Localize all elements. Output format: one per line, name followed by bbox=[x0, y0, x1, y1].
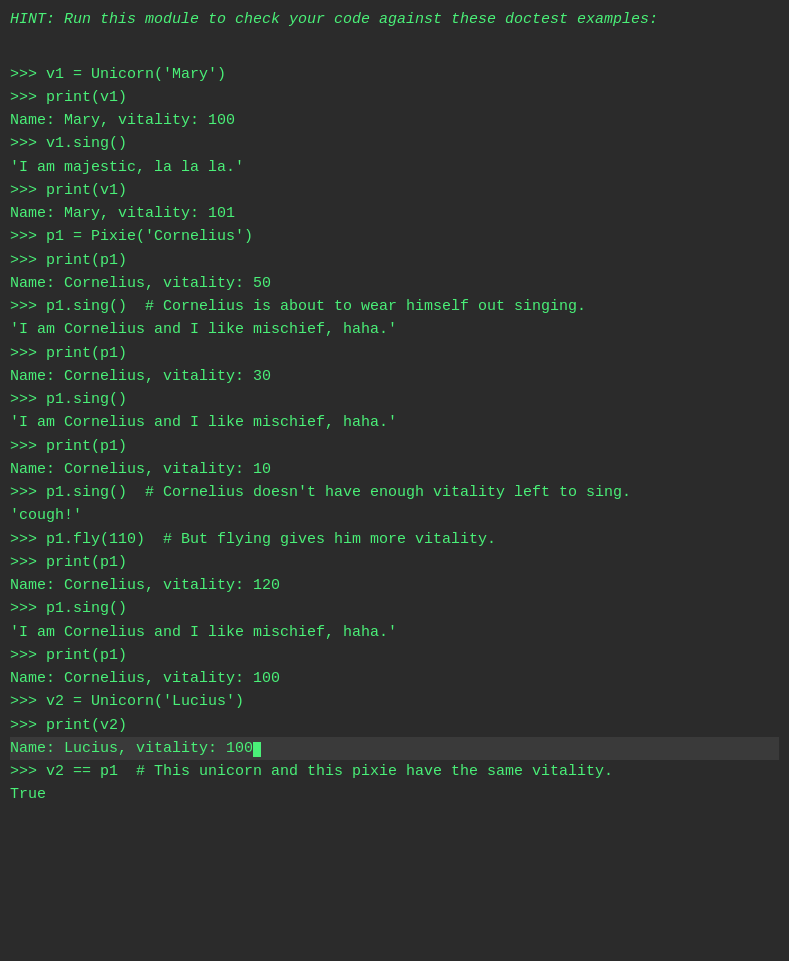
code-line: >>> p1.sing() bbox=[10, 388, 779, 411]
code-line: Name: Cornelius, vitality: 120 bbox=[10, 574, 779, 597]
code-line: 'I am Cornelius and I like mischief, hah… bbox=[10, 318, 779, 341]
code-line: Name: Cornelius, vitality: 50 bbox=[10, 272, 779, 295]
code-line: 'I am majestic, la la la.' bbox=[10, 156, 779, 179]
code-lines: >>> v1 = Unicorn('Mary')>>> print(v1)Nam… bbox=[10, 63, 779, 807]
code-line: >>> v2 = Unicorn('Lucius') bbox=[10, 690, 779, 713]
code-line: >>> print(p1) bbox=[10, 249, 779, 272]
code-line: Name: Mary, vitality: 101 bbox=[10, 202, 779, 225]
code-line: >>> v1.sing() bbox=[10, 132, 779, 155]
code-line: >>> p1.sing() # Cornelius doesn't have e… bbox=[10, 481, 779, 504]
code-line: True bbox=[10, 783, 779, 806]
code-line: Name: Lucius, vitality: 100 bbox=[10, 737, 779, 760]
blank-line bbox=[10, 39, 779, 62]
code-line: >>> print(v2) bbox=[10, 714, 779, 737]
hint-text: HINT: Run this module to check your code… bbox=[10, 8, 779, 31]
terminal: HINT: Run this module to check your code… bbox=[10, 8, 779, 807]
code-line: >>> print(p1) bbox=[10, 551, 779, 574]
code-line: >>> p1.sing() bbox=[10, 597, 779, 620]
code-line: >>> print(v1) bbox=[10, 86, 779, 109]
code-line: Name: Mary, vitality: 100 bbox=[10, 109, 779, 132]
code-line: 'cough!' bbox=[10, 504, 779, 527]
code-line: >>> print(v1) bbox=[10, 179, 779, 202]
code-line: >>> print(p1) bbox=[10, 644, 779, 667]
code-line: Name: Cornelius, vitality: 100 bbox=[10, 667, 779, 690]
code-line: >>> p1.sing() # Cornelius is about to we… bbox=[10, 295, 779, 318]
code-line: >>> p1 = Pixie('Cornelius') bbox=[10, 225, 779, 248]
code-line: >>> p1.fly(110) # But flying gives him m… bbox=[10, 528, 779, 551]
code-line: 'I am Cornelius and I like mischief, hah… bbox=[10, 621, 779, 644]
code-line: Name: Cornelius, vitality: 10 bbox=[10, 458, 779, 481]
code-line: >>> v1 = Unicorn('Mary') bbox=[10, 63, 779, 86]
code-line: Name: Cornelius, vitality: 30 bbox=[10, 365, 779, 388]
code-line: 'I am Cornelius and I like mischief, hah… bbox=[10, 411, 779, 434]
terminal-cursor bbox=[253, 742, 261, 757]
code-line: >>> print(p1) bbox=[10, 342, 779, 365]
code-line: >>> print(p1) bbox=[10, 435, 779, 458]
code-line: >>> v2 == p1 # This unicorn and this pix… bbox=[10, 760, 779, 783]
